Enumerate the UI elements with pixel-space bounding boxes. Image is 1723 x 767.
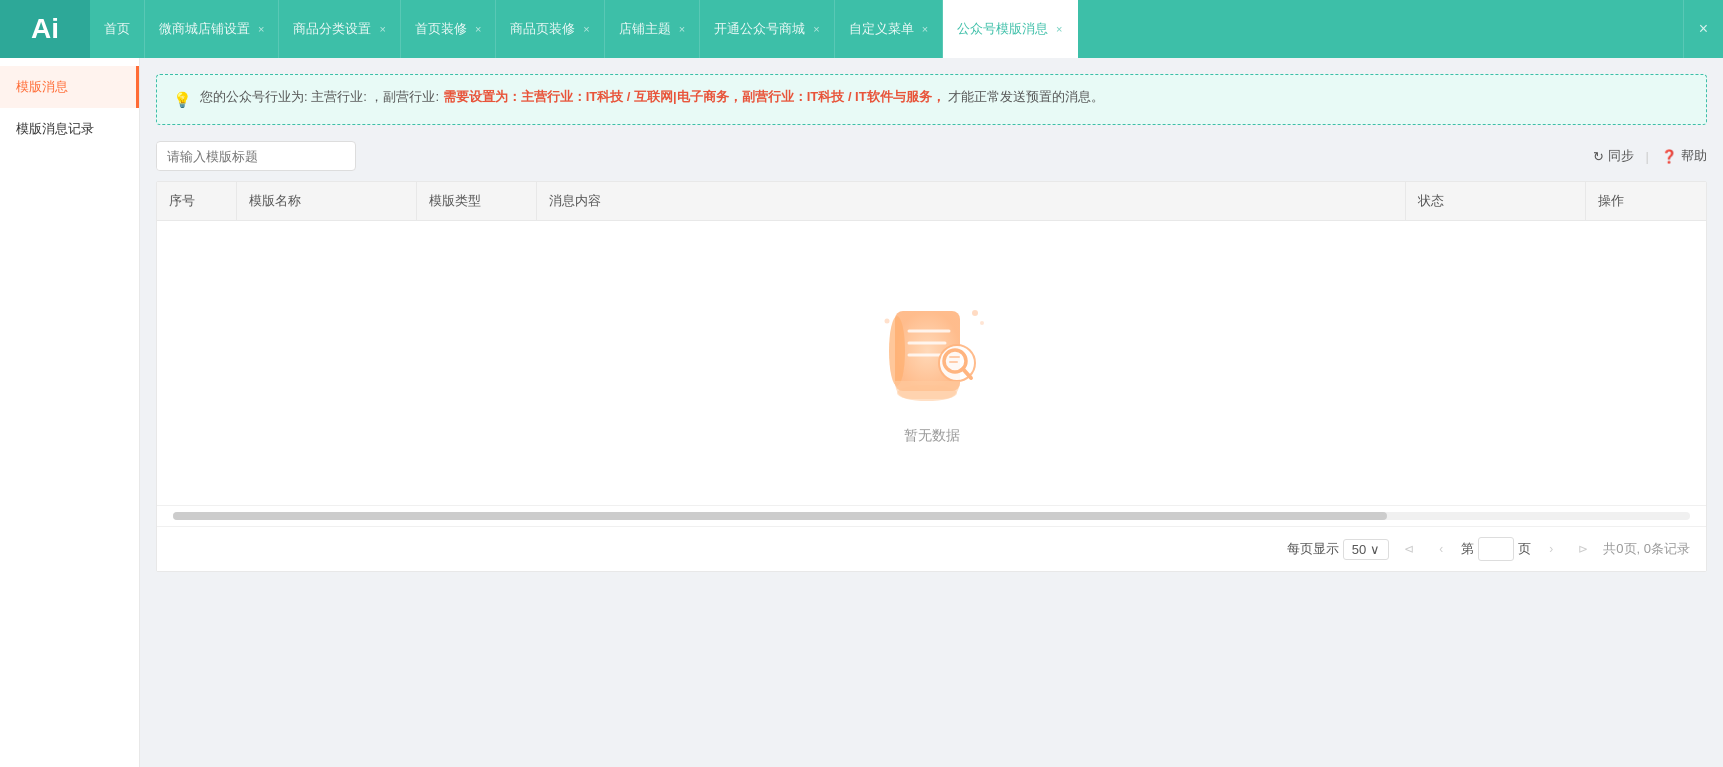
nav-tab-open-wechat-mall[interactable]: 开通公众号商城 × bbox=[700, 0, 834, 58]
di-label: 第 bbox=[1461, 540, 1474, 558]
first-page-button[interactable]: ⊲ bbox=[1397, 537, 1421, 561]
th-action: 操作 bbox=[1586, 182, 1706, 220]
pagination: 每页显示 50 ∨ ⊲ ‹ 第 1 页 › ⊳ 共0页, 0条记录 bbox=[157, 526, 1706, 571]
th-index: 序号 bbox=[157, 182, 237, 220]
page-size-select: 每页显示 50 ∨ bbox=[1287, 539, 1389, 560]
page-size-value: 50 bbox=[1352, 542, 1366, 557]
search-input[interactable] bbox=[157, 143, 345, 170]
page-label: 页 bbox=[1518, 540, 1531, 558]
nav-tabs-container: 首页微商城店铺设置×商品分类设置×首页装修×商品页装修×店铺主题×开通公众号商城… bbox=[90, 0, 1683, 58]
nav-tab-close-store-theme[interactable]: × bbox=[679, 23, 685, 35]
close-all-tabs-button[interactable]: × bbox=[1683, 0, 1723, 58]
nav-tab-label-category-settings: 商品分类设置 bbox=[293, 20, 371, 38]
help-button[interactable]: ❓ 帮助 bbox=[1661, 147, 1707, 165]
sidebar: 模版消息模版消息记录 bbox=[0, 58, 140, 767]
nav-tab-home[interactable]: 首页 bbox=[90, 0, 145, 58]
sidebar-item-template-message[interactable]: 模版消息 bbox=[0, 66, 139, 108]
scroll-track[interactable] bbox=[173, 512, 1690, 520]
empty-illustration bbox=[867, 281, 997, 411]
nav-tab-store-theme[interactable]: 店铺主题 × bbox=[605, 0, 700, 58]
sync-button[interactable]: ↻ 同步 bbox=[1593, 147, 1634, 165]
notice-suffix: 才能正常发送预置的消息。 bbox=[948, 89, 1104, 104]
th-content: 消息内容 bbox=[537, 182, 1406, 220]
prev-page-button[interactable]: ‹ bbox=[1429, 537, 1453, 561]
th-type: 模版类型 bbox=[417, 182, 537, 220]
help-icon: ❓ bbox=[1661, 149, 1677, 164]
nav-tab-close-store-settings[interactable]: × bbox=[258, 23, 264, 35]
toolbar-right: ↻ 同步 | ❓ 帮助 bbox=[1593, 147, 1707, 165]
svg-point-13 bbox=[884, 319, 889, 324]
notice-text: 您的公众号行业为: 主营行业: ，副营行业: 需要设置为：主营行业：IT科技 /… bbox=[200, 87, 1104, 108]
search-box: 🔍 bbox=[156, 141, 356, 171]
page-size-label: 每页显示 bbox=[1287, 540, 1339, 558]
main-layout: 模版消息模版消息记录 💡 您的公众号行业为: 主营行业: ，副营行业: 需要设置… bbox=[0, 58, 1723, 767]
last-page-button[interactable]: ⊳ bbox=[1571, 537, 1595, 561]
sync-label: 同步 bbox=[1608, 147, 1634, 165]
nav-tab-homepage-decor[interactable]: 首页装修 × bbox=[401, 0, 496, 58]
toolbar: 🔍 ↻ 同步 | ❓ 帮助 bbox=[156, 141, 1707, 171]
notice-highlight: 需要设置为：主营行业：IT科技 / 互联网|电子商务，副营行业：IT科技 / I… bbox=[443, 89, 945, 104]
nav-tab-close-product-decor[interactable]: × bbox=[583, 23, 589, 35]
th-status: 状态 bbox=[1406, 182, 1586, 220]
table-header: 序号 模版名称 模版类型 消息内容 状态 操作 bbox=[157, 182, 1706, 221]
nav-tab-label-template-message: 公众号模版消息 bbox=[957, 20, 1048, 38]
nav-tab-close-custom-menu[interactable]: × bbox=[922, 23, 928, 35]
bulb-icon: 💡 bbox=[173, 88, 192, 112]
brand-logo: Ai bbox=[0, 0, 90, 58]
nav-tab-label-homepage-decor: 首页装修 bbox=[415, 20, 467, 38]
empty-text: 暂无数据 bbox=[904, 427, 960, 445]
next-page-button[interactable]: › bbox=[1539, 537, 1563, 561]
nav-tab-template-message[interactable]: 公众号模版消息 × bbox=[943, 0, 1077, 58]
nav-tab-label-home: 首页 bbox=[104, 20, 130, 38]
total-info: 共0页, 0条记录 bbox=[1603, 540, 1690, 558]
nav-tab-close-homepage-decor[interactable]: × bbox=[475, 23, 481, 35]
th-name: 模版名称 bbox=[237, 182, 417, 220]
svg-point-11 bbox=[972, 310, 978, 316]
help-label: 帮助 bbox=[1681, 147, 1707, 165]
nav-tab-close-category-settings[interactable]: × bbox=[379, 23, 385, 35]
page-number-input[interactable]: 1 bbox=[1478, 537, 1514, 561]
data-table: 序号 模版名称 模版类型 消息内容 状态 操作 bbox=[156, 181, 1707, 572]
nav-tab-product-decor[interactable]: 商品页装修 × bbox=[496, 0, 604, 58]
notice-banner: 💡 您的公众号行业为: 主营行业: ，副营行业: 需要设置为：主营行业：IT科技… bbox=[156, 74, 1707, 125]
page-input-group: 第 1 页 bbox=[1461, 537, 1531, 561]
svg-point-12 bbox=[980, 321, 984, 325]
sidebar-item-template-message-record[interactable]: 模版消息记录 bbox=[0, 108, 139, 150]
nav-tab-label-store-theme: 店铺主题 bbox=[619, 20, 671, 38]
top-nav-bar: Ai 首页微商城店铺设置×商品分类设置×首页装修×商品页装修×店铺主题×开通公众… bbox=[0, 0, 1723, 58]
nav-tab-label-product-decor: 商品页装修 bbox=[510, 20, 575, 38]
toolbar-divider: | bbox=[1646, 149, 1649, 164]
scroll-thumb bbox=[173, 512, 1387, 520]
nav-tab-label-open-wechat-mall: 开通公众号商城 bbox=[714, 20, 805, 38]
search-button[interactable]: 🔍 bbox=[345, 142, 356, 170]
svg-point-2 bbox=[889, 316, 905, 386]
notice-prefix: 您的公众号行业为: 主营行业: ，副营行业: bbox=[200, 89, 439, 104]
nav-tab-close-template-message[interactable]: × bbox=[1056, 23, 1062, 35]
nav-tab-close-open-wechat-mall[interactable]: × bbox=[813, 23, 819, 35]
content-area: 💡 您的公众号行业为: 主营行业: ，副营行业: 需要设置为：主营行业：IT科技… bbox=[140, 58, 1723, 767]
nav-tab-label-store-settings: 微商城店铺设置 bbox=[159, 20, 250, 38]
sync-icon: ↻ bbox=[1593, 149, 1604, 164]
scroll-bar-area bbox=[157, 505, 1706, 526]
page-size-dropdown[interactable]: 50 ∨ bbox=[1343, 539, 1389, 560]
empty-state: 暂无数据 bbox=[157, 221, 1706, 505]
page-size-chevron-icon: ∨ bbox=[1370, 542, 1380, 557]
nav-tab-category-settings[interactable]: 商品分类设置 × bbox=[279, 0, 400, 58]
nav-tab-custom-menu[interactable]: 自定义菜单 × bbox=[835, 0, 943, 58]
nav-tab-label-custom-menu: 自定义菜单 bbox=[849, 20, 914, 38]
nav-tab-store-settings[interactable]: 微商城店铺设置 × bbox=[145, 0, 279, 58]
